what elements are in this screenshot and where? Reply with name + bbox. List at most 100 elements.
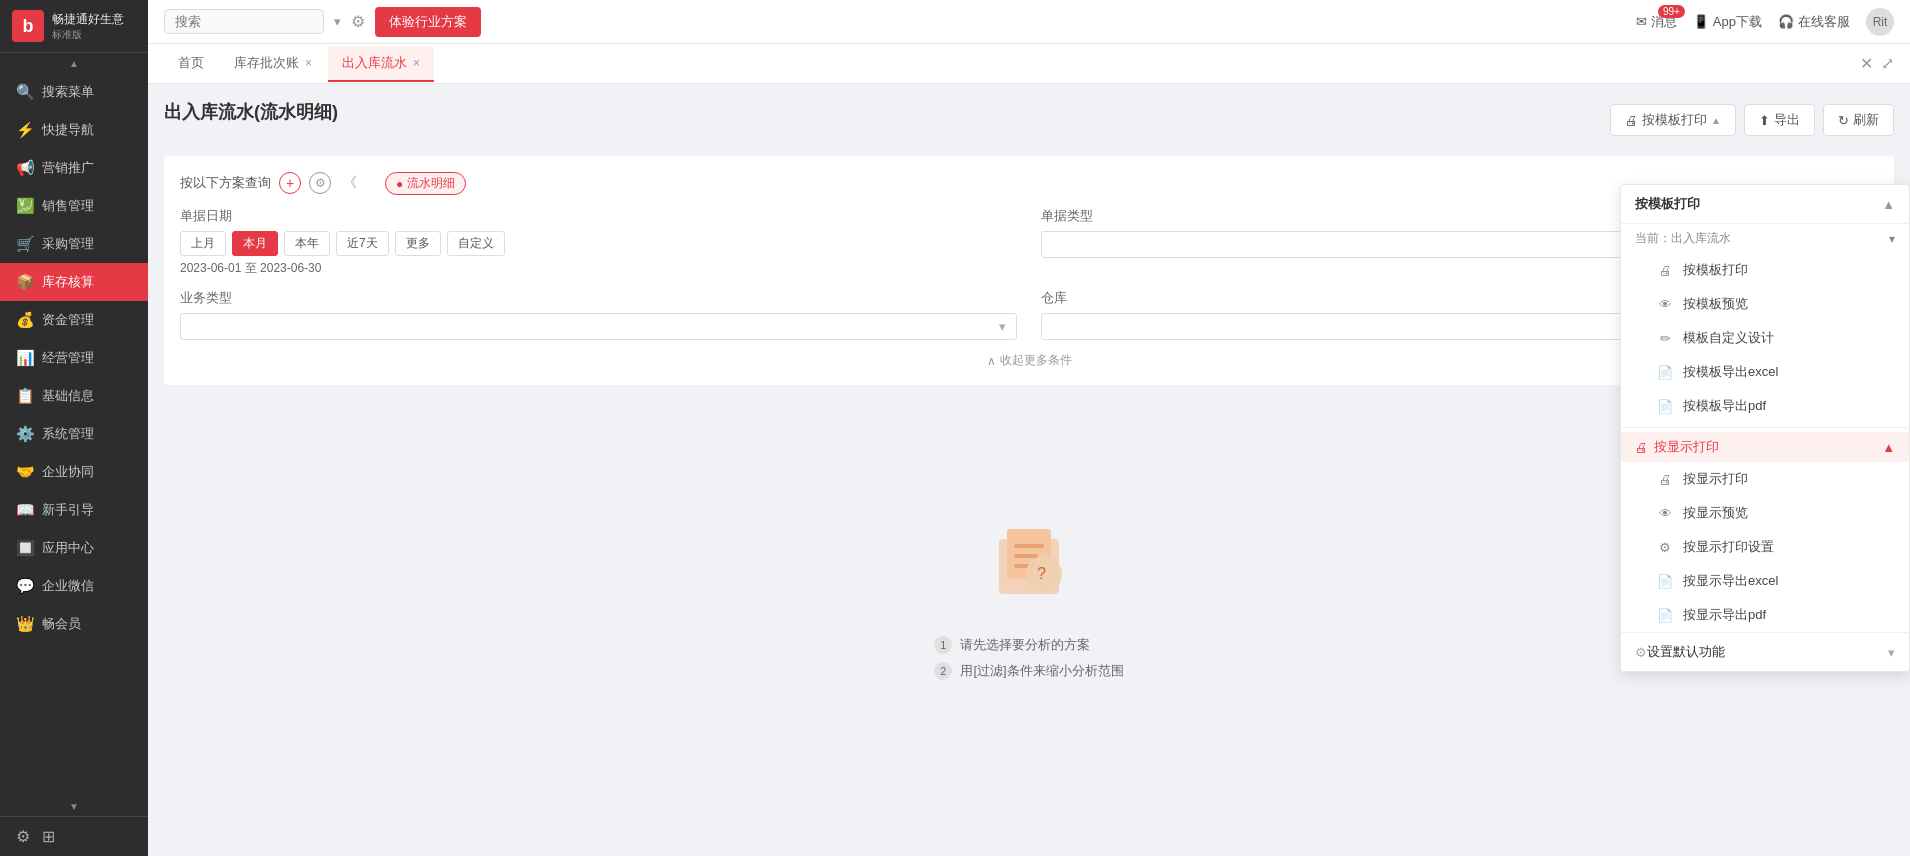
app-download-btn[interactable]: 📱 App下载 [1693, 13, 1762, 31]
page-title: 出入库流水(流水明细) [164, 100, 338, 124]
date-btns: 上月 本月 本年 近7天 更多 自定义 [180, 231, 1017, 256]
print-arrow-icon: ▲ [1711, 115, 1721, 126]
wechat-icon: 💬 [16, 577, 34, 595]
tab-close-all-btn[interactable]: ✕ [1860, 54, 1873, 73]
filter-tag-item[interactable]: ● 流水明细 [385, 172, 466, 195]
handshake-icon: 🤝 [16, 463, 34, 481]
sidebar-scroll-up[interactable]: ▲ [0, 53, 148, 73]
display-print-icon: 🖨 [1657, 471, 1673, 487]
sidebar-item-shortcut[interactable]: ⚡ 快捷导航 [0, 111, 148, 149]
date-btn-custom[interactable]: 自定义 [447, 231, 505, 256]
sidebar-item-marketing[interactable]: 📢 营销推广 [0, 149, 148, 187]
date-btn-more[interactable]: 更多 [395, 231, 441, 256]
display-excel-icon: 📄 [1657, 573, 1673, 589]
export-btn[interactable]: ⬆ 导出 [1744, 104, 1815, 136]
dropdown-item-template-pdf[interactable]: 📄 按模板导出pdf [1621, 389, 1909, 423]
display-preview-icon: 👁 [1657, 505, 1673, 521]
sidebar-item-member[interactable]: 👑 畅会员 [0, 605, 148, 643]
sidebar-item-purchase[interactable]: 🛒 采购管理 [0, 225, 148, 263]
sidebar-scroll-down[interactable]: ▼ [0, 796, 148, 816]
print-btn[interactable]: 🖨 按模板打印 ▲ [1610, 104, 1736, 136]
collapse-sidebar-icon[interactable]: ⊞ [42, 827, 55, 846]
export-icon: ⬆ [1759, 113, 1770, 128]
book-icon: 📖 [16, 501, 34, 519]
header-right: ✉ 消息 99+ 📱 App下载 🎧 在线客服 Rit [1636, 8, 1894, 36]
tab-batch[interactable]: 库存批次账 × [220, 46, 326, 82]
biz-type-select[interactable]: ▾ [180, 313, 1017, 340]
tab-batch-close[interactable]: × [305, 56, 312, 70]
search-input[interactable] [164, 9, 324, 34]
industry-btn[interactable]: 体验行业方案 [375, 7, 481, 37]
tab-flow-close[interactable]: × [413, 56, 420, 70]
dropdown-collapse-icon[interactable]: ▲ [1882, 197, 1895, 212]
dropdown-item-display-pdf[interactable]: 📄 按显示导出pdf [1621, 598, 1909, 632]
logo-text: 畅捷通好生意 标准版 [52, 11, 124, 42]
sidebar-item-collab[interactable]: 🤝 企业协同 [0, 453, 148, 491]
sidebar-item-basic[interactable]: 📋 基础信息 [0, 377, 148, 415]
dropdown-item-display-excel[interactable]: 📄 按显示导出excel [1621, 564, 1909, 598]
money-icon: 💰 [16, 311, 34, 329]
date-btn-this-year[interactable]: 本年 [284, 231, 330, 256]
display-section-arrow: ▲ [1882, 440, 1895, 455]
refresh-btn[interactable]: ↻ 刷新 [1823, 104, 1894, 136]
tab-home[interactable]: 首页 [164, 46, 218, 82]
collapse-btn[interactable]: ∧ 收起更多条件 [987, 352, 1072, 369]
dropdown-item-template-preview[interactable]: 👁 按模板预览 [1621, 287, 1909, 321]
sidebar-item-sales[interactable]: 💹 销售管理 [0, 187, 148, 225]
sidebar-item-wechat[interactable]: 💬 企业微信 [0, 567, 148, 605]
biz-type-section: 业务类型 ▾ [180, 289, 1017, 340]
footer-arrow-icon: ▾ [1888, 645, 1895, 660]
dropdown-display-header[interactable]: 🖨 按显示打印 ▲ [1621, 432, 1909, 462]
print-small-icon: 🖨 [1657, 262, 1673, 278]
sidebar-item-operation[interactable]: 📊 经营管理 [0, 339, 148, 377]
empty-hints: 1 请先选择要分析的方案 2 用[过滤]条件来缩小分析范围 [934, 632, 1123, 684]
settings-footer-icon[interactable]: ⚙ [16, 827, 30, 846]
sidebar-item-finance[interactable]: 💰 资金管理 [0, 301, 148, 339]
refresh-icon: ↻ [1838, 113, 1849, 128]
dropdown-arrow-icon[interactable]: ▾ [334, 14, 341, 29]
tab-bar-right: ✕ ⤢ [1860, 54, 1894, 73]
footer-gear-icon: ⚙ [1635, 645, 1647, 660]
date-btn-this-month[interactable]: 本月 [232, 231, 278, 256]
sidebar-item-inventory[interactable]: 📦 库存核算 [0, 263, 148, 301]
message-btn[interactable]: ✉ 消息 99+ [1636, 13, 1677, 31]
sidebar-item-system[interactable]: ⚙️ 系统管理 [0, 415, 148, 453]
dropdown-current: 当前：出入库流水 ▾ [1621, 224, 1909, 253]
dropdown-footer[interactable]: ⚙ 设置默认功能 ▾ [1621, 632, 1909, 671]
sidebar-item-apps[interactable]: 🔲 应用中心 [0, 529, 148, 567]
dropdown-item-display-settings[interactable]: ⚙ 按显示打印设置 [1621, 530, 1909, 564]
sidebar-nav: 🔍 搜索菜单 ⚡ 快捷导航 📢 营销推广 💹 销售管理 🛒 采购管理 📦 库存核… [0, 73, 148, 796]
preview-icon: 👁 [1657, 296, 1673, 312]
box-icon: 📦 [16, 273, 34, 291]
dropdown-item-template-excel[interactable]: 📄 按模板导出excel [1621, 355, 1909, 389]
main-area: ▾ ⚙ 体验行业方案 ✉ 消息 99+ 📱 App下载 🎧 在线客服 Rit 首… [148, 0, 1910, 856]
dropdown-item-display-print[interactable]: 🖨 按显示打印 [1621, 462, 1909, 496]
filter-add-btn[interactable]: + [279, 172, 301, 194]
date-range: 2023-06-01 至 2023-06-30 [180, 260, 1017, 277]
tab-expand-btn[interactable]: ⤢ [1881, 54, 1894, 73]
svg-rect-2 [1014, 544, 1044, 548]
sidebar-item-search[interactable]: 🔍 搜索菜单 [0, 73, 148, 111]
header-gear-icon[interactable]: ⚙ [351, 12, 365, 31]
tab-flow[interactable]: 出入库流水 × [328, 46, 434, 82]
gear-icon: ⚙️ [16, 425, 34, 443]
filter-set-btn[interactable]: ⚙ [309, 172, 331, 194]
empty-hint-1: 1 请先选择要分析的方案 [934, 632, 1123, 658]
dropdown-item-template-custom[interactable]: ✏ 模板自定义设计 [1621, 321, 1909, 355]
dropdown-item-template-print[interactable]: 🖨 按模板打印 [1621, 253, 1909, 287]
cart-icon: 🛒 [16, 235, 34, 253]
online-service-btn[interactable]: 🎧 在线客服 [1778, 13, 1850, 31]
dropdown-divider [1621, 427, 1909, 428]
user-avatar[interactable]: Rit [1866, 8, 1894, 36]
sidebar-item-guide[interactable]: 📖 新手引导 [0, 491, 148, 529]
flash-icon: ⚡ [16, 121, 34, 139]
bar-chart-icon: 📊 [16, 349, 34, 367]
date-btn-7days[interactable]: 近7天 [336, 231, 389, 256]
dropdown-item-display-preview[interactable]: 👁 按显示预览 [1621, 496, 1909, 530]
empty-hint-2: 2 用[过滤]条件来缩小分析范围 [934, 658, 1123, 684]
apps-icon: 🔲 [16, 539, 34, 557]
tab-bar: 首页 库存批次账 × 出入库流水 × ✕ ⤢ [148, 44, 1910, 84]
filter-expand-btn[interactable]: 《 [339, 172, 361, 194]
date-btn-last-month[interactable]: 上月 [180, 231, 226, 256]
filter-tag-icon: ● [396, 177, 403, 191]
